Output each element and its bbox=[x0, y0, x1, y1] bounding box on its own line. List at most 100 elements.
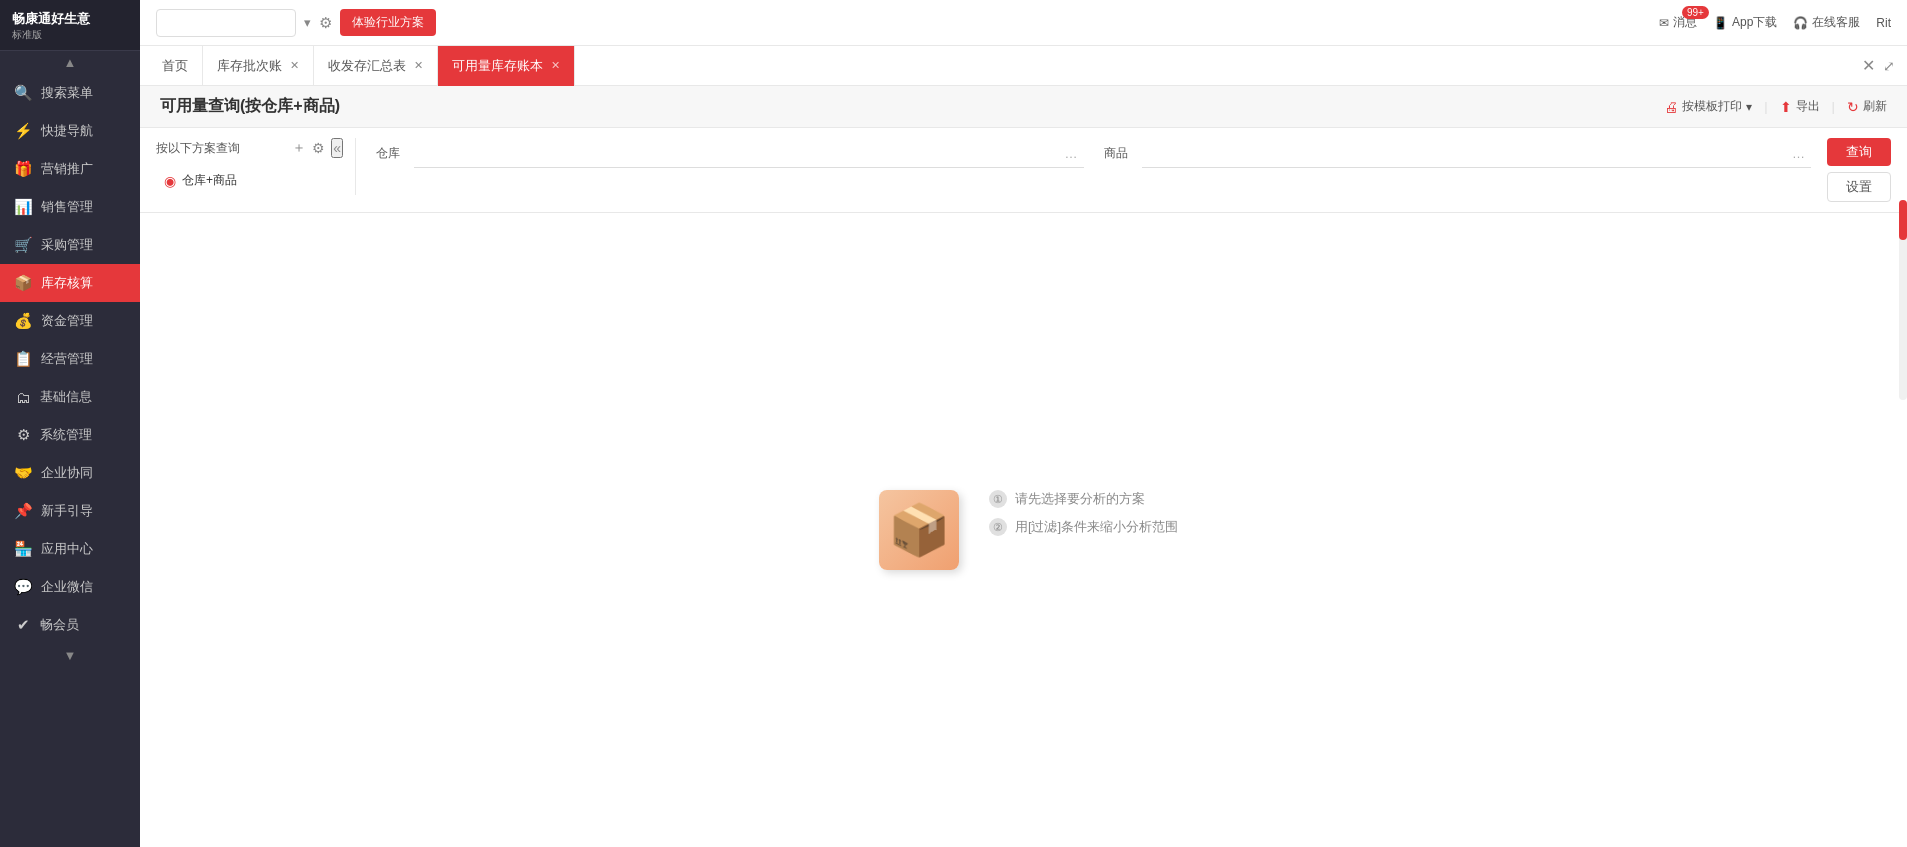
sidebar-item-business[interactable]: 📋 经营管理 bbox=[0, 340, 140, 378]
search-icon: 🔍 bbox=[14, 84, 33, 102]
print-button[interactable]: 🖨 按模板打印 ▾ bbox=[1664, 98, 1752, 115]
tab-available[interactable]: 可用量库存账本 ✕ bbox=[438, 46, 575, 86]
goods-input[interactable] bbox=[1142, 138, 1812, 168]
sidebar-item-label: 应用中心 bbox=[41, 540, 93, 558]
page-header-actions: 🖨 按模板打印 ▾ | ⬆ 导出 | ↻ 刷新 bbox=[1664, 98, 1887, 115]
print-icon: 🖨 bbox=[1664, 99, 1678, 115]
headset-icon: 🎧 bbox=[1793, 16, 1808, 30]
tab-batch-label: 库存批次账 bbox=[217, 57, 282, 75]
warehouse-more-icon[interactable]: … bbox=[1065, 146, 1078, 161]
gear-icon[interactable]: ⚙ bbox=[319, 14, 332, 32]
user-menu[interactable]: Rit bbox=[1876, 16, 1891, 30]
message-button[interactable]: ✉ 消息 99+ bbox=[1659, 14, 1697, 31]
tab-summary[interactable]: 收发存汇总表 ✕ bbox=[314, 46, 438, 86]
expand-tabs-button[interactable]: ⤢ bbox=[1883, 58, 1895, 74]
sidebar-item-label: 系统管理 bbox=[40, 426, 92, 444]
tab-home-label: 首页 bbox=[162, 57, 188, 75]
filter-fields: 仓库 … 商品 … bbox=[356, 138, 1811, 168]
phone-icon: 📱 bbox=[1713, 16, 1728, 30]
goods-more-icon[interactable]: … bbox=[1792, 146, 1805, 161]
tab-batch[interactable]: 库存批次账 ✕ bbox=[203, 46, 314, 86]
filter-goods-field: 商品 … bbox=[1104, 138, 1812, 168]
system-icon: ⚙ bbox=[14, 426, 32, 444]
sidebar-logo: 畅康通好生意 标准版 bbox=[0, 0, 140, 51]
warehouse-input-wrap: … bbox=[414, 138, 1084, 168]
content-area: ① 请先选择要分析的方案 ② 用[过滤]条件来缩小分析范围 bbox=[140, 213, 1907, 847]
chevron-down-icon[interactable]: ▾ bbox=[304, 15, 311, 30]
app-download-label: App下载 bbox=[1732, 14, 1777, 31]
sidebar-item-label: 新手引导 bbox=[41, 502, 93, 520]
sidebar-scroll-down[interactable]: ▼ bbox=[0, 644, 140, 667]
basic-icon: 🗂 bbox=[14, 389, 32, 406]
appstore-icon: 🏪 bbox=[14, 540, 33, 558]
username-label: Rit bbox=[1876, 16, 1891, 30]
sidebar-item-newbie[interactable]: 📌 新手引导 bbox=[0, 492, 140, 530]
purchase-icon: 🛒 bbox=[14, 236, 33, 254]
sales-icon: 📊 bbox=[14, 198, 33, 216]
online-service-label: 在线客服 bbox=[1812, 14, 1860, 31]
sidebar-item-finance[interactable]: 💰 资金管理 bbox=[0, 302, 140, 340]
sidebar-item-label: 企业微信 bbox=[41, 578, 93, 596]
sidebar-item-label: 快捷导航 bbox=[41, 122, 93, 140]
empty-illustration bbox=[869, 480, 969, 580]
industry-solution-button[interactable]: 体验行业方案 bbox=[340, 9, 436, 36]
sidebar-item-shortcut[interactable]: ⚡ 快捷导航 bbox=[0, 112, 140, 150]
app-subtitle: 标准版 bbox=[12, 28, 128, 42]
tab-batch-close[interactable]: ✕ bbox=[290, 59, 299, 72]
sidebar-item-enterprise[interactable]: 🤝 企业协同 bbox=[0, 454, 140, 492]
sidebar-item-label: 经营管理 bbox=[41, 350, 93, 368]
filter-scheme-title: 按以下方案查询 bbox=[156, 140, 240, 157]
tabbar-actions: ✕ ⤢ bbox=[1850, 56, 1907, 75]
export-button[interactable]: ⬆ 导出 bbox=[1780, 98, 1820, 115]
refresh-button[interactable]: ↻ 刷新 bbox=[1847, 98, 1887, 115]
online-service-button[interactable]: 🎧 在线客服 bbox=[1793, 14, 1860, 31]
sidebar-item-inventory[interactable]: 📦 库存核算 bbox=[0, 264, 140, 302]
tab-available-close[interactable]: ✕ bbox=[551, 59, 560, 72]
empty-text: ① 请先选择要分析的方案 ② 用[过滤]条件来缩小分析范围 bbox=[989, 480, 1178, 536]
settings-scheme-button[interactable]: ⚙ bbox=[312, 138, 325, 158]
sidebar-item-label: 库存核算 bbox=[41, 274, 93, 292]
sidebar-scroll-up[interactable]: ▲ bbox=[0, 51, 140, 74]
print-label: 按模板打印 bbox=[1682, 98, 1742, 115]
export-icon: ⬆ bbox=[1780, 99, 1792, 115]
sidebar-item-purchase[interactable]: 🛒 采购管理 bbox=[0, 226, 140, 264]
close-all-tabs-button[interactable]: ✕ bbox=[1862, 56, 1875, 75]
sidebar: 畅康通好生意 标准版 ▲ 🔍 搜索菜单 ⚡ 快捷导航 🎁 营销推广 📊 销售管理… bbox=[0, 0, 140, 847]
topbar-search-input[interactable] bbox=[156, 9, 296, 37]
tab-summary-close[interactable]: ✕ bbox=[414, 59, 423, 72]
add-scheme-button[interactable]: ＋ bbox=[292, 138, 306, 158]
sidebar-item-sales[interactable]: 📊 销售管理 bbox=[0, 188, 140, 226]
query-button[interactable]: 查询 bbox=[1827, 138, 1891, 166]
step1-num: ① bbox=[989, 490, 1007, 508]
filter-row: 仓库 … 商品 … bbox=[376, 138, 1811, 168]
filter-scheme-panel: 按以下方案查询 ＋ ⚙ « ◉ 仓库+商品 bbox=[156, 138, 356, 195]
sidebar-item-marketing[interactable]: 🎁 营销推广 bbox=[0, 150, 140, 188]
sidebar-item-wechat[interactable]: 💬 企业微信 bbox=[0, 568, 140, 606]
sidebar-item-search[interactable]: 🔍 搜索菜单 bbox=[0, 74, 140, 112]
tab-home[interactable]: 首页 bbox=[148, 46, 203, 86]
business-icon: 📋 bbox=[14, 350, 33, 368]
refresh-label: 刷新 bbox=[1863, 98, 1887, 115]
sidebar-item-label: 采购管理 bbox=[41, 236, 93, 254]
filter-scheme-header: 按以下方案查询 ＋ ⚙ « bbox=[156, 138, 343, 158]
warehouse-input[interactable] bbox=[414, 138, 1084, 168]
sidebar-item-appstore[interactable]: 🏪 应用中心 bbox=[0, 530, 140, 568]
settings-button[interactable]: 设置 bbox=[1827, 172, 1891, 202]
member-icon: ✔ bbox=[14, 616, 32, 634]
page-header: 可用量查询(按仓库+商品) 🖨 按模板打印 ▾ | ⬆ 导出 | ↻ 刷新 bbox=[140, 86, 1907, 128]
sidebar-item-label: 畅会员 bbox=[40, 616, 79, 634]
newbie-icon: 📌 bbox=[14, 502, 33, 520]
sidebar-item-system[interactable]: ⚙ 系统管理 bbox=[0, 416, 140, 454]
sidebar-item-basic[interactable]: 🗂 基础信息 bbox=[0, 378, 140, 416]
sidebar-item-member[interactable]: ✔ 畅会员 bbox=[0, 606, 140, 644]
filter-scheme-icons: ＋ ⚙ « bbox=[292, 138, 343, 158]
message-badge: 99+ bbox=[1682, 6, 1709, 19]
sidebar-item-label: 销售管理 bbox=[41, 198, 93, 216]
app-download-button[interactable]: 📱 App下载 bbox=[1713, 14, 1777, 31]
scheme-item-warehouse[interactable]: ◉ 仓库+商品 bbox=[156, 166, 343, 195]
collapse-scheme-button[interactable]: « bbox=[331, 138, 343, 158]
empty-step2: ② 用[过滤]条件来缩小分析范围 bbox=[989, 518, 1178, 536]
sidebar-item-label: 搜索菜单 bbox=[41, 84, 93, 102]
right-scrollbar[interactable] bbox=[1899, 200, 1907, 400]
goods-input-wrap: … bbox=[1142, 138, 1812, 168]
